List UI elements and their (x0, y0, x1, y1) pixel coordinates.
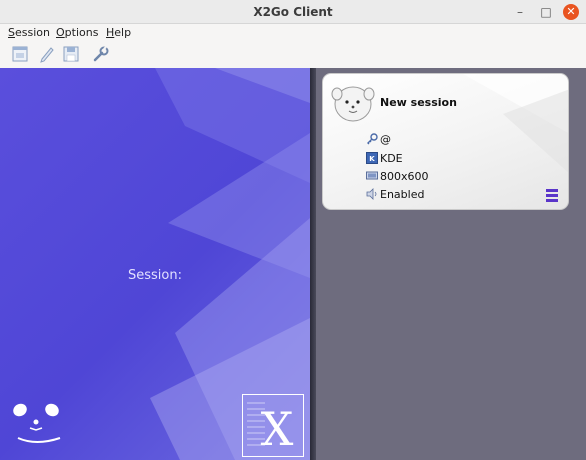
title-bar: X2Go Client – □ ✕ (0, 0, 586, 24)
speaker-icon (366, 188, 377, 200)
window-title: X2Go Client (253, 5, 333, 19)
maximize-button[interactable]: □ (538, 4, 554, 20)
x2go-logo: X (242, 394, 304, 457)
session-label: Session: (128, 268, 182, 283)
menu-session[interactable]: Session (8, 25, 50, 40)
edit-session-icon[interactable] (37, 44, 57, 64)
x2go-logo-icon: X (247, 402, 294, 456)
session-menu-icon[interactable] (546, 189, 558, 202)
menu-help[interactable]: Help (106, 25, 131, 40)
toolbar (0, 41, 586, 68)
session-type: KDE (380, 152, 403, 165)
left-panel: Session: X (0, 68, 310, 460)
session-resolution: 800x600 (380, 170, 429, 183)
session-avatar-icon (331, 86, 375, 122)
minimize-button[interactable]: – (512, 4, 528, 20)
kde-icon: K (366, 152, 378, 164)
session-sound: Enabled (380, 188, 425, 201)
menu-options[interactable]: Options (56, 25, 98, 40)
svg-text:K: K (369, 155, 375, 163)
session-name: New session (380, 96, 457, 109)
svg-text:X: X (261, 402, 294, 456)
preferences-icon[interactable] (91, 44, 111, 64)
session-user-host: @ (380, 133, 391, 146)
key-icon (367, 133, 378, 145)
x2go-mascot-icon (13, 403, 61, 443)
session-card[interactable]: New session @ K KDE 800x600 Enabled (322, 73, 569, 210)
new-session-icon[interactable] (10, 44, 30, 64)
display-icon (366, 171, 378, 180)
save-session-icon[interactable] (61, 44, 81, 64)
close-button[interactable]: ✕ (563, 4, 579, 20)
menu-bar: Session Options Help (0, 24, 586, 41)
